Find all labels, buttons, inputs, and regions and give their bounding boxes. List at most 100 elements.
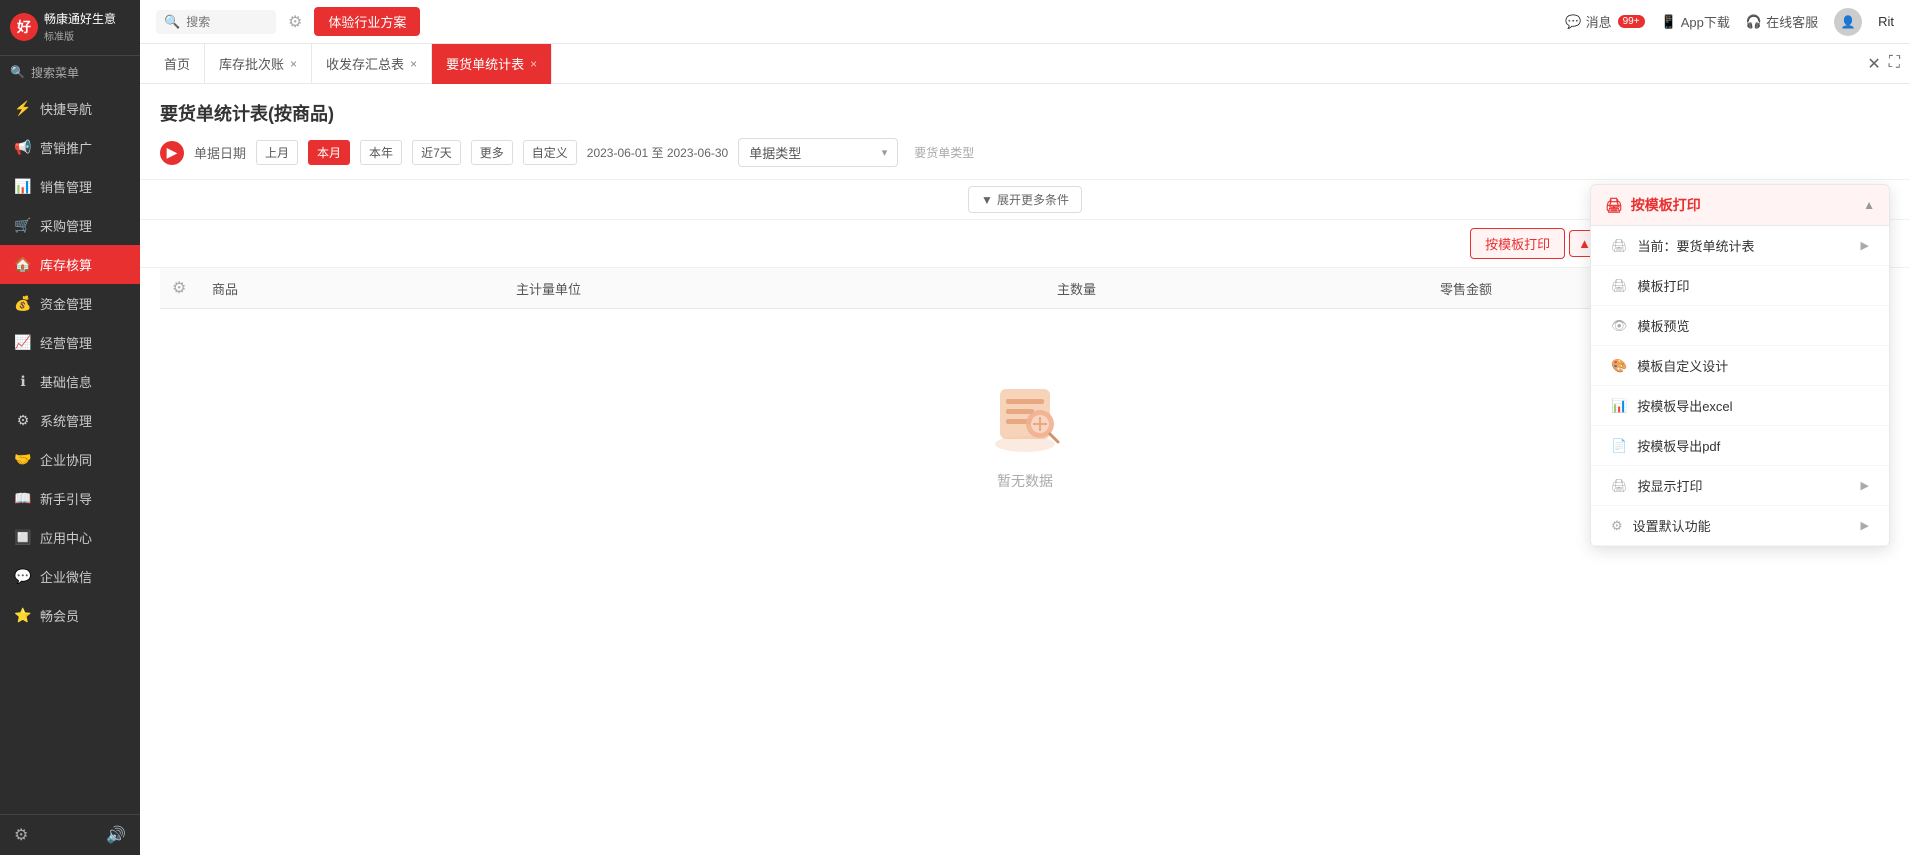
set-default-icon: ⚙ xyxy=(1611,518,1623,534)
date-btn-last-7days[interactable]: 近7天 xyxy=(412,140,461,165)
dropdown-item-template-preview[interactable]: 👁 模板预览 xyxy=(1591,306,1889,346)
window-controls: ✕ ⛶ xyxy=(1867,54,1900,74)
tab-receipt-summary[interactable]: 收发存汇总表 × xyxy=(312,44,432,84)
sidebar-item-label: 应用中心 xyxy=(40,528,92,547)
sidebar-item-basic-info[interactable]: ℹ 基础信息 xyxy=(0,362,140,401)
marketing-icon: 📢 xyxy=(14,139,32,156)
date-btn-this-month[interactable]: 本月 xyxy=(308,140,350,165)
tab-order-label: 要货单统计表 xyxy=(446,54,524,73)
display-print-label: 按显示打印 xyxy=(1638,476,1703,495)
search-icon: 🔍 xyxy=(10,65,25,79)
online-service-item[interactable]: 🎧 在线客服 xyxy=(1746,12,1818,31)
sidebar-item-system[interactable]: ⚙ 系统管理 xyxy=(0,401,140,440)
dropdown-item-label: 按模板导出pdf xyxy=(1637,436,1720,455)
newbie-icon: 📖 xyxy=(14,490,32,507)
sidebar-nav: ⚡ 快捷导航 📢 营销推广 📊 销售管理 🛒 采购管理 🏠 库存核算 💰 资金管… xyxy=(0,89,140,814)
template-print-button[interactable]: 按模板打印 xyxy=(1470,228,1565,259)
sidebar-item-label: 库存核算 xyxy=(40,255,92,274)
finance-icon: 💰 xyxy=(14,295,32,312)
export-pdf-icon: 📄 xyxy=(1611,438,1627,454)
message-item[interactable]: 💬 消息 99+ xyxy=(1565,12,1644,31)
user-name: Rit xyxy=(1878,14,1894,29)
sidebar-footer: ⚙ 🔊 xyxy=(0,814,140,855)
sales-icon: 📊 xyxy=(14,178,32,195)
sidebar-item-quick-nav[interactable]: ⚡ 快捷导航 xyxy=(0,89,140,128)
expand-more-button[interactable]: ▼ 展开更多条件 xyxy=(968,186,1082,213)
tab-home[interactable]: 首页 xyxy=(150,44,205,84)
order-type-select[interactable]: 单据类型 ▾ xyxy=(738,138,898,167)
sidebar-item-operations[interactable]: 📈 经营管理 xyxy=(0,323,140,362)
tab-order-stats[interactable]: 要货单统计表 × xyxy=(432,44,552,84)
sidebar-item-enterprise[interactable]: 🤝 企业协同 xyxy=(0,440,140,479)
sidebar-item-finance[interactable]: 💰 资金管理 xyxy=(0,284,140,323)
dropdown-item-export-pdf[interactable]: 📄 按模板导出pdf xyxy=(1591,426,1889,466)
sidebar-item-newbie[interactable]: 📖 新手引导 xyxy=(0,479,140,518)
sidebar-item-label: 经营管理 xyxy=(40,333,92,352)
table-settings-icon[interactable]: ⚙ xyxy=(172,280,186,297)
tab-batch-account[interactable]: 库存批次账 × xyxy=(205,44,312,84)
tab-batch-label: 库存批次账 xyxy=(219,54,284,73)
online-service-label: 在线客服 xyxy=(1766,12,1818,31)
col-quantity: 主数量 xyxy=(1045,268,1428,309)
date-btn-custom[interactable]: 自定义 xyxy=(523,140,577,165)
message-badge: 99+ xyxy=(1618,15,1645,28)
dropdown-current-template[interactable]: 🖨 当前：要货单统计表 ▶ xyxy=(1591,226,1889,266)
sidebar-item-label: 营销推广 xyxy=(40,138,92,157)
sidebar-item-marketing[interactable]: 📢 营销推广 xyxy=(0,128,140,167)
dropdown-item-display-print[interactable]: 🖨 按显示打印 ▶ xyxy=(1591,466,1889,506)
purchase-icon: 🛒 xyxy=(14,217,32,234)
settings-footer-icon[interactable]: ⚙ xyxy=(14,825,28,845)
dropdown-header[interactable]: 🖨 按模板打印 ▲ xyxy=(1591,185,1889,226)
headset-icon: 🎧 xyxy=(1746,14,1762,30)
dropdown-item-template-custom[interactable]: 🎨 模板自定义设计 xyxy=(1591,346,1889,386)
dropdown-title: 按模板打印 xyxy=(1631,195,1701,215)
dropdown-item-template-print[interactable]: 🖨 模板打印 xyxy=(1591,266,1889,306)
user-avatar[interactable]: 👤 xyxy=(1834,8,1862,36)
tab-receipt-close[interactable]: × xyxy=(410,57,417,71)
sidebar-item-member[interactable]: ⭐ 畅会员 xyxy=(0,596,140,635)
settings-gear-icon[interactable]: ⚙ xyxy=(288,12,302,32)
page-title: 要货单统计表(按商品) xyxy=(140,84,1910,126)
sidebar: 好 畅康通好生意 标准版 🔍 搜索菜单 ⚡ 快捷导航 📢 营销推广 📊 销售管理… xyxy=(0,0,140,855)
tabbar: 首页 库存批次账 × 收发存汇总表 × 要货单统计表 × ✕ ⛶ xyxy=(140,44,1910,84)
maximize-window-button[interactable]: ⛶ xyxy=(1889,54,1900,74)
display-print-icon: 🖨 xyxy=(1611,478,1628,494)
sidebar-logo: 好 畅康通好生意 标准版 xyxy=(0,0,140,56)
enterprise-wechat-icon: 💬 xyxy=(14,568,32,585)
dropdown-item-set-default[interactable]: ⚙ 设置默认功能 ▶ xyxy=(1591,506,1889,546)
sidebar-item-label: 资金管理 xyxy=(40,294,92,313)
app-badge: 标准版 xyxy=(44,28,116,43)
dropdown-item-export-excel[interactable]: 📊 按模板导出excel xyxy=(1591,386,1889,426)
date-btn-prev-month[interactable]: 上月 xyxy=(256,140,298,165)
topbar-search-box[interactable]: 🔍 xyxy=(156,10,276,34)
logo-icon: 好 xyxy=(10,13,38,41)
audio-footer-icon[interactable]: 🔊 xyxy=(106,825,126,845)
dropdown-chevron-icon: ▲ xyxy=(1863,198,1875,212)
sidebar-item-app-center[interactable]: 🔲 应用中心 xyxy=(0,518,140,557)
order-type-sub-label: 要货单类型 xyxy=(914,144,974,161)
filter-bar: ▶ 单据日期 上月 本月 本年 近7天 更多 自定义 2023-06-01 至 … xyxy=(140,126,1910,180)
app-download-item[interactable]: 📱 App下载 xyxy=(1661,12,1730,31)
date-btn-this-year[interactable]: 本年 xyxy=(360,140,402,165)
topbar-right: 💬 消息 99+ 📱 App下载 🎧 在线客服 👤 Rit xyxy=(1565,8,1894,36)
tab-batch-close[interactable]: × xyxy=(290,57,297,71)
sidebar-item-label: 新手引导 xyxy=(40,489,92,508)
current-template-icon: 🖨 xyxy=(1611,238,1628,254)
search-input[interactable] xyxy=(186,15,266,29)
close-window-button[interactable]: ✕ xyxy=(1867,54,1880,74)
template-custom-icon: 🎨 xyxy=(1611,358,1627,374)
filter-toggle-button[interactable]: ▶ xyxy=(160,141,184,165)
sidebar-item-inventory[interactable]: 🏠 库存核算 xyxy=(0,245,140,284)
tab-order-close[interactable]: × xyxy=(530,57,537,71)
sidebar-item-sales[interactable]: 📊 销售管理 xyxy=(0,167,140,206)
type-select-arrow-icon: ▾ xyxy=(882,146,888,159)
sidebar-item-label: 系统管理 xyxy=(40,411,92,430)
date-btn-more[interactable]: 更多 xyxy=(471,140,513,165)
sidebar-item-purchase[interactable]: 🛒 采购管理 xyxy=(0,206,140,245)
sidebar-search[interactable]: 🔍 搜索菜单 xyxy=(0,56,140,89)
date-range-display: 2023-06-01 至 2023-06-30 xyxy=(587,144,728,161)
promo-button[interactable]: 体验行业方案 xyxy=(314,7,420,36)
sidebar-item-enterprise-wechat[interactable]: 💬 企业微信 xyxy=(0,557,140,596)
app-name: 畅康通好生意 xyxy=(44,12,116,28)
message-label: 消息 xyxy=(1586,12,1612,31)
